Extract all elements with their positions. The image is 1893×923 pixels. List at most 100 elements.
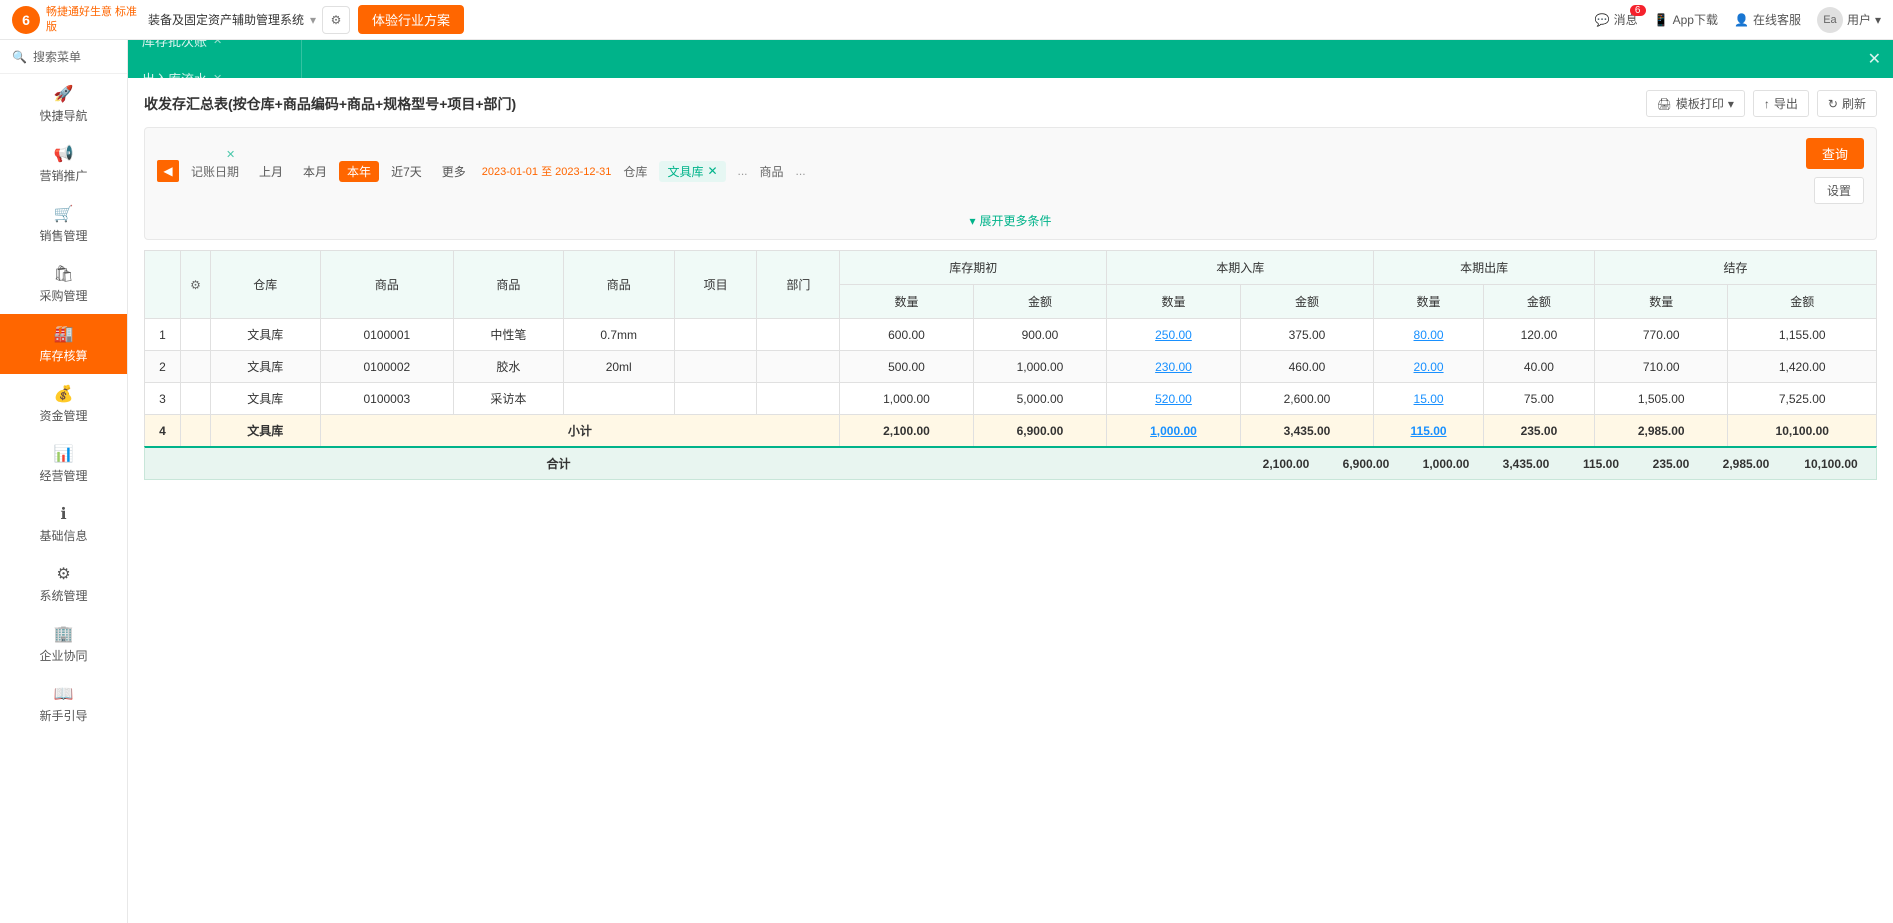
sidebar-item-guide[interactable]: 📖新手引导 [0, 674, 127, 734]
warehouse-tag-remove[interactable]: ✕ [707, 164, 717, 178]
cell-opening-amt-0: 900.00 [973, 319, 1107, 351]
cell-opening-qty-1: 500.00 [840, 351, 974, 383]
cell-opening-amt-2: 5,000.00 [973, 383, 1107, 415]
query-button[interactable]: 查询 [1806, 138, 1864, 169]
th-settings[interactable]: ⚙ [181, 251, 211, 319]
user-item[interactable]: Ea 用户 ▾ [1817, 7, 1881, 33]
sidebar-item-finance[interactable]: 💰资金管理 [0, 374, 127, 434]
tab-bar: 首页现存量（库存分布表）✕库存批次账✕出入库流水✕出入库汇总✕收发存汇总表✕ ✕ [128, 40, 1893, 78]
filter-setting-button[interactable]: 设置 [1814, 177, 1864, 204]
table-subtotal-row: 4 文具库 小计 2,100.00 6,900.00 1,000.00 3,43… [145, 415, 1877, 447]
cell-warehouse-2: 文具库 [211, 383, 321, 415]
print-button[interactable]: 🖨 模板打印 ▾ [1646, 90, 1745, 117]
footer-opening-qty: 2,100.00 [1246, 457, 1326, 471]
table-settings-icon[interactable]: ⚙ [190, 278, 201, 292]
message-badge: 6 [1630, 5, 1646, 16]
sidebar-item-basic-info[interactable]: ℹ基础信息 [0, 494, 127, 554]
cell-out-qty-1[interactable]: 20.00 [1374, 351, 1484, 383]
subtotal-opening-qty: 2,100.00 [840, 415, 974, 447]
sidebar-item-inventory[interactable]: 🏭库存核算 [0, 314, 127, 374]
cell-in-qty-0[interactable]: 250.00 [1107, 319, 1241, 351]
online-service-item[interactable]: 👤 在线客服 [1734, 11, 1801, 28]
cell-in-amt-2: 2,600.00 [1240, 383, 1374, 415]
date-btn-this-month[interactable]: 本月 [295, 161, 335, 182]
cell-in-amt-0: 375.00 [1240, 319, 1374, 351]
user-dropdown-icon: ▾ [1875, 13, 1881, 27]
sidebar-label-system: 系统管理 [39, 587, 87, 604]
sidebar-items-container: 🚀 快捷导航 📢营销推广🛒销售管理🛍采购管理🏭库存核算💰资金管理📊经营管理ℹ基础信息… [0, 74, 127, 734]
cell-rownum-2: 3 [145, 383, 181, 415]
export-button[interactable]: ↑ 导出 [1753, 90, 1809, 117]
sidebar-item-marketing[interactable]: 📢营销推广 [0, 134, 127, 194]
tab-close-all[interactable]: ✕ [1856, 49, 1893, 69]
expand-filter-button[interactable]: ▾ 展开更多条件 [969, 212, 1051, 229]
th-product-name: 商品 [454, 251, 564, 319]
search-label: 搜索菜单 [33, 48, 81, 65]
trial-button[interactable]: 体验行业方案 [358, 5, 464, 34]
sidebar: 🔍 搜索菜单 🚀 快捷导航 📢营销推广🛒销售管理🛍采购管理🏭库存核算💰资金管理📊经营… [0, 40, 128, 923]
message-item[interactable]: 💬 消息 6 [1595, 11, 1638, 28]
app-download-item[interactable]: 📱 App下载 [1654, 11, 1718, 28]
tab-close-in-out-flow[interactable]: ✕ [213, 72, 222, 85]
cell-in-qty-1[interactable]: 230.00 [1107, 351, 1241, 383]
content-area: 首页现存量（库存分布表）✕库存批次账✕出入库流水✕出入库汇总✕收发存汇总表✕ ✕… [128, 40, 1893, 923]
cell-out-qty-2[interactable]: 15.00 [1374, 383, 1484, 415]
tab-close-in-out-summary[interactable]: ✕ [213, 110, 222, 123]
th-product-code: 商品 [320, 251, 454, 319]
settings-icon[interactable]: ⚙ [322, 6, 350, 34]
sidebar-icon-basic-info: ℹ [60, 504, 66, 524]
main-area: 🔍 搜索菜单 🚀 快捷导航 📢营销推广🛒销售管理🛍采购管理🏭库存核算💰资金管理📊经营… [0, 40, 1893, 923]
sidebar-item-operation[interactable]: 📊经营管理 [0, 434, 127, 494]
top-right: 💬 消息 6 📱 App下载 👤 在线客服 Ea 用户 ▾ [1595, 7, 1881, 33]
cell-in-qty-2[interactable]: 520.00 [1107, 383, 1241, 415]
cell-rownum-1: 2 [145, 351, 181, 383]
print-label: 模板打印 [1676, 95, 1724, 112]
tab-close-batch-ledger[interactable]: ✕ [213, 40, 222, 47]
product-filter-ellipsis[interactable]: ... [796, 164, 806, 178]
tab-close-recv-send-summary[interactable]: ✕ [226, 148, 235, 161]
warehouse-filter-ellipsis[interactable]: ... [738, 164, 748, 178]
cell-balance-qty-0: 770.00 [1594, 319, 1728, 351]
sidebar-item-purchase[interactable]: 🛍采购管理 [0, 254, 127, 314]
date-btn-7days[interactable]: 近7天 [383, 161, 430, 182]
system-dropdown-icon[interactable]: ▾ [310, 13, 316, 27]
date-btn-this-year[interactable]: 本年 [339, 161, 379, 182]
sidebar-label-enterprise: 企业协同 [39, 647, 87, 664]
subtotal-in-qty[interactable]: 1,000.00 [1107, 415, 1241, 447]
sidebar-label-quick-nav: 快捷导航 [39, 107, 87, 124]
export-label: 导出 [1774, 95, 1798, 112]
subtotal-in-amt: 3,435.00 [1240, 415, 1374, 447]
date-filter-label: 记账日期 [191, 163, 239, 180]
th-period-out-group: 本期出库 [1374, 251, 1595, 285]
th-period-in-group: 本期入库 [1107, 251, 1374, 285]
refresh-button[interactable]: ↻ 刷新 [1817, 90, 1877, 117]
cell-productspec-0: 0.7mm [563, 319, 674, 351]
sidebar-item-sales[interactable]: 🛒销售管理 [0, 194, 127, 254]
sidebar-label-guide: 新手引导 [39, 707, 87, 724]
top-bar: 6 畅捷通好生意 标准版 装备及固定资产辅助管理系统 ▾ ⚙ 体验行业方案 💬 … [0, 0, 1893, 40]
footer-out-qty: 115.00 [1566, 457, 1636, 471]
header-actions: 🖨 模板打印 ▾ ↑ 导出 ↻ 刷新 [1646, 90, 1877, 117]
app-download-label: App下载 [1673, 11, 1718, 28]
cell-productcode-1: 0100002 [320, 351, 454, 383]
expand-label: 展开更多条件 [980, 212, 1052, 229]
page-content: 收发存汇总表(按仓库+商品编码+商品+规格型号+项目+部门) 🖨 模板打印 ▾ … [128, 78, 1893, 923]
sidebar-item-system[interactable]: ⚙系统管理 [0, 554, 127, 614]
online-service-label: 在线客服 [1753, 11, 1801, 28]
th-in-amt: 金额 [1240, 285, 1374, 319]
sidebar-search[interactable]: 🔍 搜索菜单 [0, 40, 127, 74]
subtotal-settings [181, 415, 211, 447]
app-wrapper: 6 畅捷通好生意 标准版 装备及固定资产辅助管理系统 ▾ ⚙ 体验行业方案 💬 … [0, 0, 1893, 923]
sidebar-item-quick-nav[interactable]: 🚀 快捷导航 [0, 74, 127, 134]
date-btn-more[interactable]: 更多 [434, 161, 474, 182]
date-btn-last-month[interactable]: 上月 [251, 161, 291, 182]
subtotal-balance-amt: 10,100.00 [1728, 415, 1877, 447]
tab-batch-ledger[interactable]: 库存批次账✕ [128, 40, 302, 59]
filter-collapse-button[interactable]: ◀ [157, 160, 179, 182]
warehouse-tag-wenjuku: 文具库 ✕ [659, 161, 725, 182]
footer-opening-amt: 6,900.00 [1326, 457, 1406, 471]
sidebar-item-enterprise[interactable]: 🏢企业协同 [0, 614, 127, 674]
subtotal-out-qty[interactable]: 115.00 [1374, 415, 1484, 447]
cell-out-qty-0[interactable]: 80.00 [1374, 319, 1484, 351]
sidebar-icon-quick-nav: 🚀 [54, 84, 74, 104]
